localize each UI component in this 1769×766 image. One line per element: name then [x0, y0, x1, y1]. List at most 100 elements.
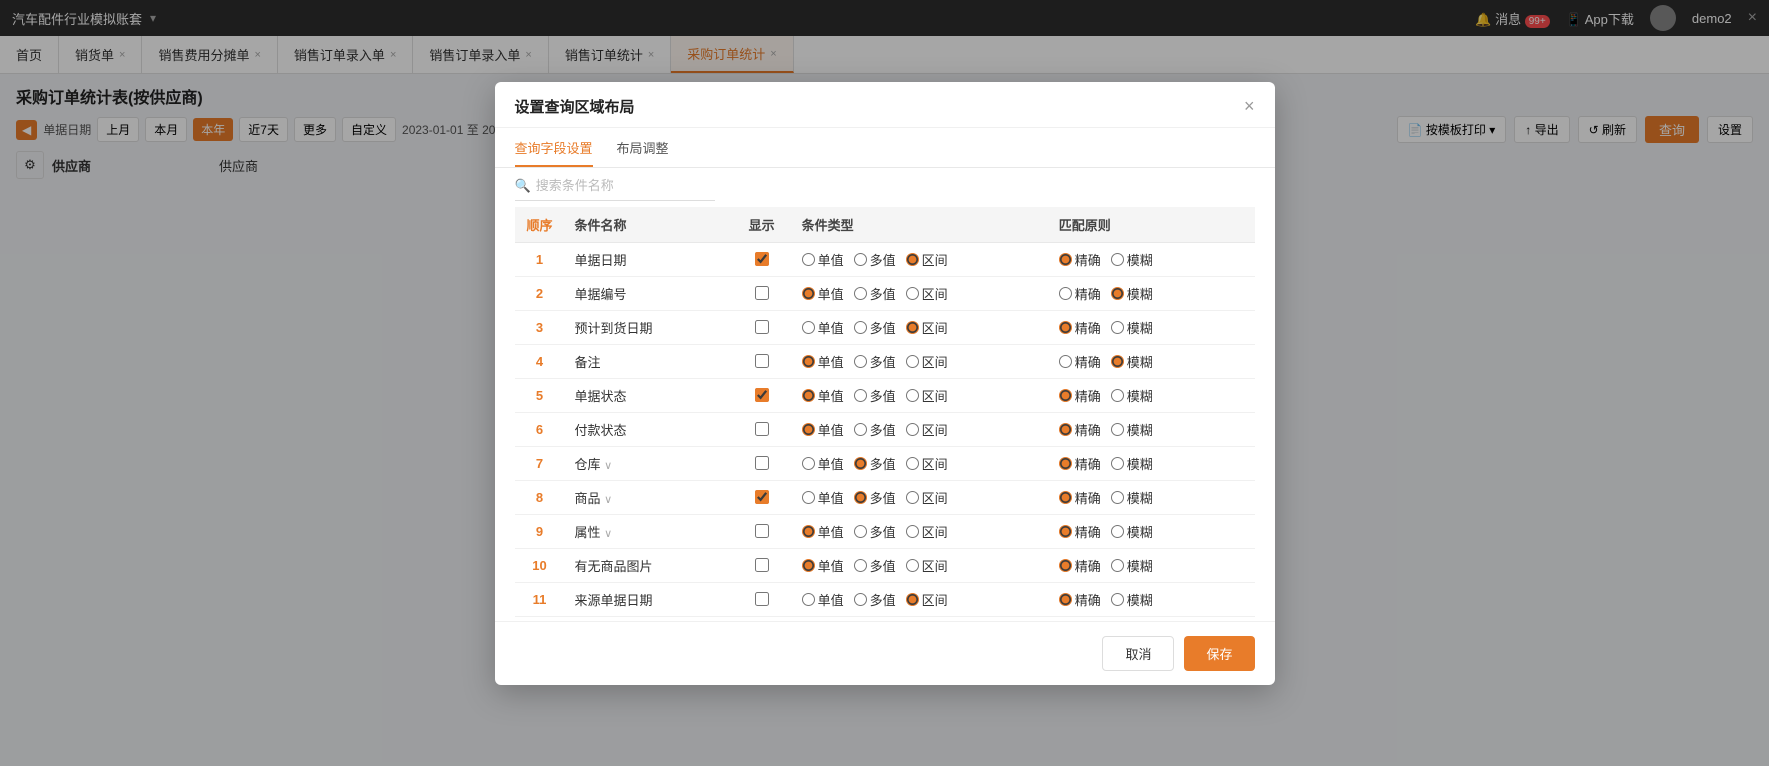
- match-radio-label[interactable]: 模糊: [1111, 420, 1153, 439]
- match-radio[interactable]: [1111, 389, 1124, 402]
- match-radio-label[interactable]: 模糊: [1111, 250, 1153, 269]
- type-radio[interactable]: [854, 525, 867, 538]
- row-match[interactable]: 精确模糊: [1049, 378, 1255, 412]
- type-radio[interactable]: [802, 423, 815, 436]
- type-radio-label[interactable]: 区间: [906, 284, 948, 303]
- row-display[interactable]: [732, 412, 792, 446]
- row-type[interactable]: 单值多值区间: [792, 242, 1049, 276]
- type-radio-label[interactable]: 多值: [854, 420, 896, 439]
- type-radio-label[interactable]: 单值: [802, 420, 844, 439]
- type-radio-label[interactable]: 单值: [802, 590, 844, 609]
- display-checkbox[interactable]: [755, 354, 769, 368]
- type-radio-label[interactable]: 单值: [802, 318, 844, 337]
- type-radio-label[interactable]: 多值: [854, 556, 896, 575]
- type-radio-label[interactable]: 单值: [802, 352, 844, 371]
- row-type[interactable]: 单值多值区间: [792, 378, 1049, 412]
- type-radio-label[interactable]: 多值: [854, 250, 896, 269]
- display-checkbox[interactable]: [755, 558, 769, 572]
- row-type[interactable]: 单值多值区间: [792, 310, 1049, 344]
- type-radio[interactable]: [906, 321, 919, 334]
- match-radio[interactable]: [1111, 355, 1124, 368]
- match-radio-label[interactable]: 精确: [1059, 352, 1101, 371]
- row-display[interactable]: [732, 276, 792, 310]
- search-input[interactable]: [536, 178, 696, 193]
- type-radio[interactable]: [906, 525, 919, 538]
- match-radio-label[interactable]: 精确: [1059, 590, 1101, 609]
- modal-close-btn[interactable]: ×: [1244, 97, 1255, 115]
- type-radio-label[interactable]: 多值: [854, 590, 896, 609]
- type-radio[interactable]: [802, 389, 815, 402]
- type-radio-label[interactable]: 单值: [802, 250, 844, 269]
- match-radio-label[interactable]: 精确: [1059, 454, 1101, 473]
- type-radio[interactable]: [802, 355, 815, 368]
- row-type[interactable]: 单值多值区间: [792, 480, 1049, 514]
- type-radio[interactable]: [906, 355, 919, 368]
- type-radio-label[interactable]: 区间: [906, 250, 948, 269]
- match-radio-label[interactable]: 精确: [1059, 420, 1101, 439]
- row-type[interactable]: 单值多值区间: [792, 412, 1049, 446]
- type-radio[interactable]: [906, 287, 919, 300]
- type-radio-label[interactable]: 多值: [854, 454, 896, 473]
- type-radio-label[interactable]: 区间: [906, 454, 948, 473]
- display-checkbox[interactable]: [755, 286, 769, 300]
- row-display[interactable]: [732, 514, 792, 548]
- type-radio-label[interactable]: 单值: [802, 454, 844, 473]
- type-radio-label[interactable]: 单值: [802, 488, 844, 507]
- match-radio[interactable]: [1059, 253, 1072, 266]
- type-radio[interactable]: [906, 423, 919, 436]
- type-radio[interactable]: [854, 559, 867, 572]
- match-radio[interactable]: [1111, 423, 1124, 436]
- match-radio-label[interactable]: 模糊: [1111, 352, 1153, 371]
- display-checkbox[interactable]: [755, 320, 769, 334]
- type-radio[interactable]: [802, 253, 815, 266]
- row-type[interactable]: 单值多值区间: [792, 446, 1049, 480]
- match-radio[interactable]: [1059, 321, 1072, 334]
- match-radio[interactable]: [1111, 321, 1124, 334]
- tab-query-fields[interactable]: 查询字段设置: [515, 138, 593, 167]
- match-radio[interactable]: [1059, 287, 1072, 300]
- type-radio-label[interactable]: 多值: [854, 318, 896, 337]
- type-radio[interactable]: [906, 559, 919, 572]
- type-radio[interactable]: [802, 525, 815, 538]
- display-checkbox[interactable]: [755, 252, 769, 266]
- type-radio[interactable]: [906, 253, 919, 266]
- save-button[interactable]: 保存: [1184, 636, 1254, 671]
- row-match[interactable]: 精确模糊: [1049, 242, 1255, 276]
- match-radio[interactable]: [1059, 491, 1072, 504]
- row-type[interactable]: 单值多值区间: [792, 344, 1049, 378]
- type-radio[interactable]: [802, 287, 815, 300]
- row-display[interactable]: [732, 446, 792, 480]
- type-radio-label[interactable]: 单值: [802, 522, 844, 541]
- display-checkbox[interactable]: [755, 422, 769, 436]
- match-radio-label[interactable]: 精确: [1059, 522, 1101, 541]
- row-match[interactable]: 精确模糊: [1049, 582, 1255, 616]
- type-radio-label[interactable]: 多值: [854, 488, 896, 507]
- type-radio-label[interactable]: 区间: [906, 352, 948, 371]
- type-radio-label[interactable]: 区间: [906, 590, 948, 609]
- row-match[interactable]: 精确模糊: [1049, 276, 1255, 310]
- type-radio[interactable]: [854, 321, 867, 334]
- match-radio-label[interactable]: 模糊: [1111, 590, 1153, 609]
- match-radio-label[interactable]: 精确: [1059, 488, 1101, 507]
- row-type[interactable]: 单值多值区间: [792, 582, 1049, 616]
- match-radio[interactable]: [1111, 457, 1124, 470]
- type-radio-label[interactable]: 区间: [906, 386, 948, 405]
- type-radio[interactable]: [854, 457, 867, 470]
- row-display[interactable]: [732, 242, 792, 276]
- type-radio[interactable]: [854, 389, 867, 402]
- match-radio[interactable]: [1059, 593, 1072, 606]
- type-radio-label[interactable]: 区间: [906, 488, 948, 507]
- match-radio-label[interactable]: 精确: [1059, 386, 1101, 405]
- type-radio[interactable]: [802, 321, 815, 334]
- match-radio[interactable]: [1111, 253, 1124, 266]
- row-display[interactable]: [732, 480, 792, 514]
- match-radio[interactable]: [1059, 525, 1072, 538]
- type-radio-label[interactable]: 区间: [906, 318, 948, 337]
- row-match[interactable]: 精确模糊: [1049, 310, 1255, 344]
- match-radio-label[interactable]: 模糊: [1111, 488, 1153, 507]
- type-radio[interactable]: [802, 559, 815, 572]
- type-radio[interactable]: [906, 491, 919, 504]
- type-radio[interactable]: [854, 287, 867, 300]
- display-checkbox[interactable]: [755, 456, 769, 470]
- type-radio-label[interactable]: 区间: [906, 556, 948, 575]
